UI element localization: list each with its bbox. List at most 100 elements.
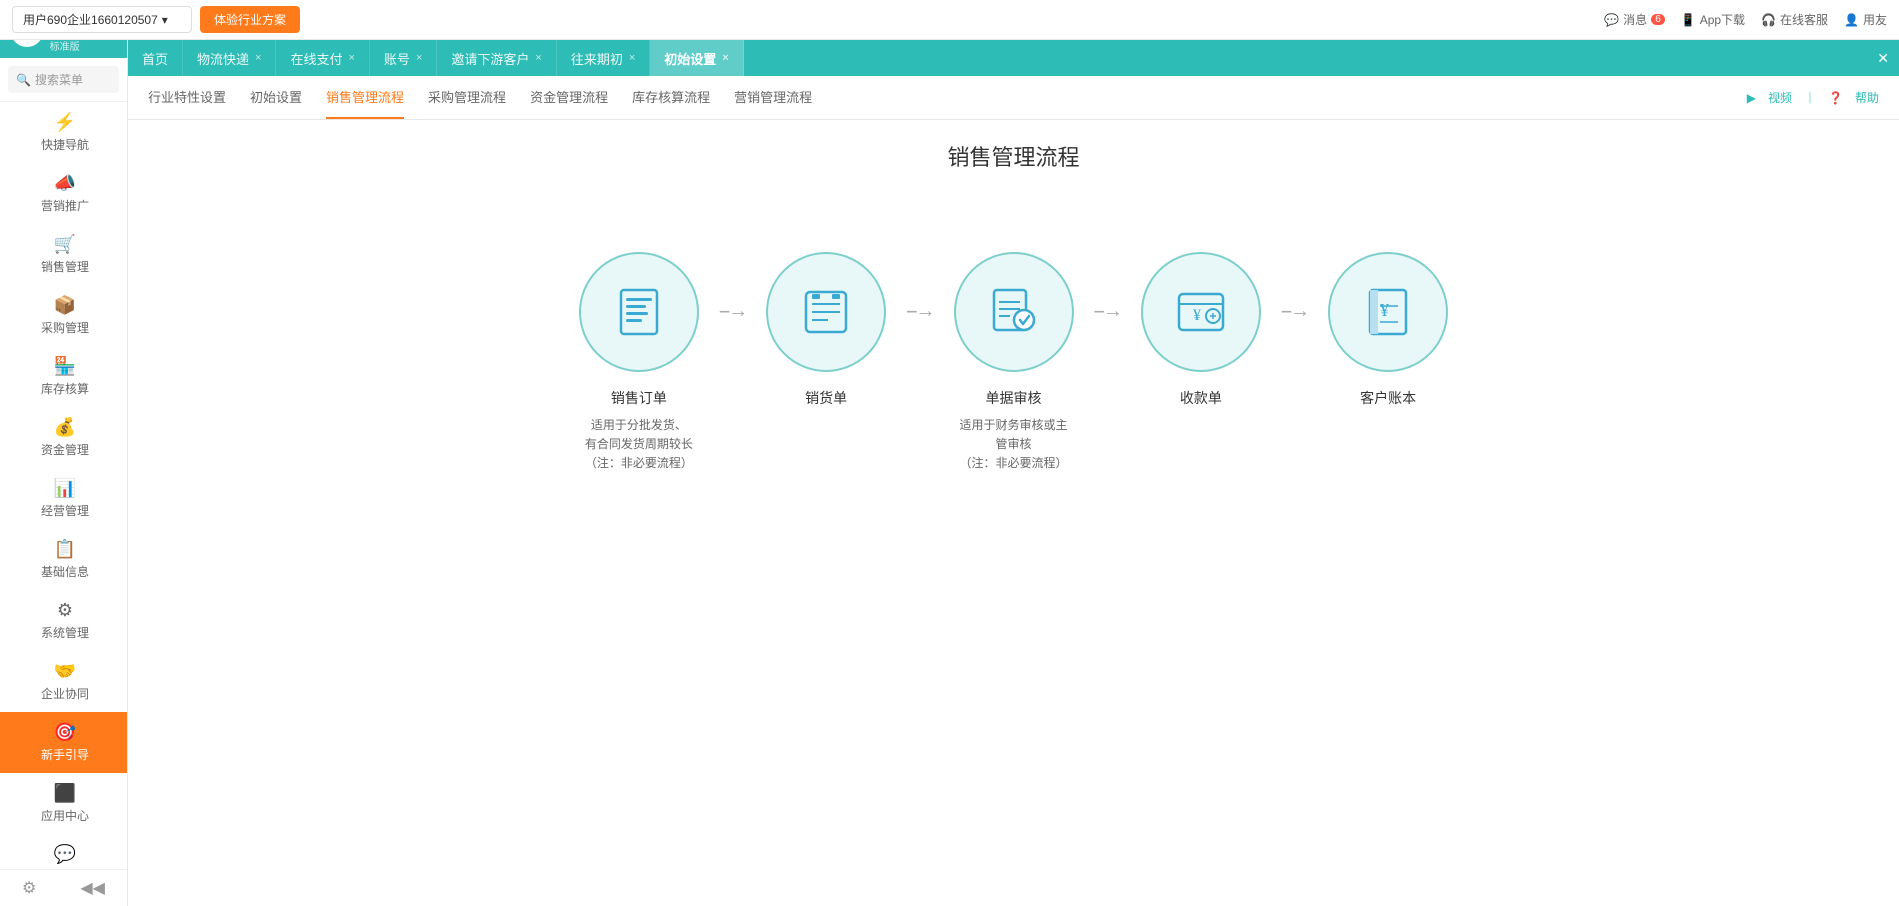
message-item[interactable]: 💬 消息 6 xyxy=(1604,11,1665,28)
sidebar: 🐯 畅康通好生意 标准版 🔍 搜索菜单 ⚡ 快捷导航 📣 营销推广 🛒 销售管理… xyxy=(0,0,128,906)
sidebar-item-jichuxinxi[interactable]: 📋 基础信息 xyxy=(0,529,127,590)
header-right: 💬 消息 6 📱 App下载 🎧 在线客服 👤 用友 xyxy=(1604,11,1887,28)
user-item[interactable]: 👤 用友 xyxy=(1844,11,1887,28)
close-icon[interactable]: × xyxy=(255,52,261,64)
nav-tab-label: 物流快递 xyxy=(197,49,249,68)
sidebar-item-kuaijiedaohang[interactable]: ⚡ 快捷导航 xyxy=(0,102,127,163)
flow-step-order: 销售订单 适用于分批发货、有合同发货周期较长（注：非必要流程） xyxy=(549,252,729,474)
settings-icon[interactable]: ⚙ xyxy=(22,878,36,898)
nav-tab-label: 账号 xyxy=(384,49,410,68)
nav-tab-home[interactable]: 首页 xyxy=(128,40,183,76)
sub-tab-label: 销售管理流程 xyxy=(326,87,404,106)
nav-tab-init[interactable]: 初始设置 × xyxy=(650,40,743,76)
flow-step-audit: 单据审核 适用于财务审核或主管审核（注：非必要流程） xyxy=(924,252,1104,474)
app-icon: 📱 xyxy=(1681,13,1696,27)
sidebar-item-xiaoshouguanli[interactable]: 🛒 销售管理 xyxy=(0,224,127,285)
delivery-icon xyxy=(798,284,854,340)
nav-tab-label: 往来期初 xyxy=(571,49,623,68)
flow-circle-order xyxy=(579,252,699,372)
page-title: 销售管理流程 xyxy=(168,140,1859,172)
sidebar-item-qiyeweixin[interactable]: 💬 企业微信 xyxy=(0,834,127,869)
sidebar-item-qiyexietong[interactable]: 🤝 企业协同 xyxy=(0,651,127,712)
sidebar-item-yingyongzhongxin[interactable]: ⬛ 应用中心 xyxy=(0,773,127,834)
flow-circle-payment: ¥ xyxy=(1141,252,1261,372)
nav-tab-payment[interactable]: 在线支付 × xyxy=(276,40,369,76)
headset-icon: 🎧 xyxy=(1761,13,1776,27)
nav-icon: ⚙ xyxy=(57,600,73,621)
flow-circle-delivery xyxy=(766,252,886,372)
nav-icon: 📋 xyxy=(54,539,76,560)
order-icon xyxy=(611,284,667,340)
flow-diagram: 销售订单 适用于分批发货、有合同发货周期较长（注：非必要流程） --→ xyxy=(168,232,1859,494)
nav-icon: 💰 xyxy=(54,417,76,438)
nav-icon: 💬 xyxy=(54,844,76,865)
nav-tabs-close-all[interactable]: ✕ xyxy=(1867,50,1899,67)
sub-tab-label: 营销管理流程 xyxy=(734,87,812,106)
sidebar-item-label: 经营管理 xyxy=(41,502,89,519)
sub-tab-inventory-flow[interactable]: 库存核算流程 xyxy=(632,76,710,119)
flow-step-label: 单据审核 xyxy=(986,388,1042,408)
flow-step-label: 销售订单 xyxy=(611,388,667,408)
close-icon[interactable]: × xyxy=(348,52,354,64)
nav-icon: ⚡ xyxy=(54,112,76,133)
flow-step-account: ¥ 客户账本 xyxy=(1298,252,1478,416)
trial-button[interactable]: 体验行业方案 xyxy=(200,6,300,33)
close-icon[interactable]: × xyxy=(416,52,422,64)
search-input-area[interactable]: 🔍 搜索菜单 xyxy=(8,66,119,93)
help-icon: ❓ xyxy=(1828,91,1843,105)
divider: ｜ xyxy=(1804,89,1816,106)
sidebar-item-yingxiaotuguan[interactable]: 📣 营销推广 xyxy=(0,163,127,224)
flow-circle-audit xyxy=(954,252,1074,372)
close-icon[interactable]: × xyxy=(629,52,635,64)
sub-tab-finance-flow[interactable]: 资金管理流程 xyxy=(530,76,608,119)
sub-tab-label: 行业特性设置 xyxy=(148,87,226,106)
user-selector[interactable]: 用户690企业1660120507 ▾ xyxy=(12,6,192,33)
user-avatar: 👤 xyxy=(1844,13,1859,27)
video-label[interactable]: 视频 xyxy=(1768,89,1792,106)
sidebar-item-xitongguanli[interactable]: ⚙ 系统管理 xyxy=(0,590,127,651)
sub-tab-init[interactable]: 初始设置 xyxy=(250,76,302,119)
sidebar-item-label: 企业协同 xyxy=(41,685,89,702)
message-label: 消息 xyxy=(1623,11,1647,28)
sidebar-item-label: 库存核算 xyxy=(41,380,89,397)
flow-step-payment: ¥ 收款单 xyxy=(1111,252,1291,416)
sub-tab-industry[interactable]: 行业特性设置 xyxy=(148,76,226,119)
flow-step-label: 销货单 xyxy=(805,388,847,408)
search-label: 搜索菜单 xyxy=(35,71,83,88)
sidebar-nav: ⚡ 快捷导航 📣 营销推广 🛒 销售管理 📦 采购管理 🏪 库存核算 💰 资金管… xyxy=(0,102,127,869)
sidebar-item-xinshouyindao[interactable]: 🎯 新手引导 xyxy=(0,712,127,773)
sub-tab-purchase-flow[interactable]: 采购管理流程 xyxy=(428,76,506,119)
sidebar-item-zijinguanli[interactable]: 💰 资金管理 xyxy=(0,407,127,468)
collapse-icon[interactable]: ◀◀ xyxy=(80,878,105,898)
close-icon[interactable]: × xyxy=(722,52,728,64)
close-icon[interactable]: × xyxy=(535,52,541,64)
nav-tab-account[interactable]: 账号 × xyxy=(370,40,437,76)
nav-tab-logistics[interactable]: 物流快递 × xyxy=(183,40,276,76)
sidebar-item-jingyingguanli[interactable]: 📊 经营管理 xyxy=(0,468,127,529)
flow-step-label: 客户账本 xyxy=(1360,388,1416,408)
nav-tab-period[interactable]: 往来期初 × xyxy=(557,40,650,76)
sidebar-item-kucunhesuan[interactable]: 🏪 库存核算 xyxy=(0,346,127,407)
customer-service-item[interactable]: 🎧 在线客服 xyxy=(1761,11,1828,28)
sidebar-search[interactable]: 🔍 搜索菜单 xyxy=(0,58,127,102)
sidebar-item-label: 快捷导航 xyxy=(41,136,89,153)
sub-tab-label: 初始设置 xyxy=(250,87,302,106)
logo-subtitle: 标准版 xyxy=(50,38,117,53)
flow-circle-account: ¥ xyxy=(1328,252,1448,372)
message-badge: 6 xyxy=(1651,14,1665,25)
sidebar-item-label: 销售管理 xyxy=(41,258,89,275)
sidebar-item-label: 系统管理 xyxy=(41,624,89,641)
app-download-item[interactable]: 📱 App下载 xyxy=(1681,11,1745,28)
flow-step-desc: 适用于财务审核或主管审核（注：非必要流程） xyxy=(959,416,1067,474)
sub-tab-marketing-flow[interactable]: 营销管理流程 xyxy=(734,76,812,119)
nav-tab-label: 首页 xyxy=(142,49,168,68)
nav-icon: 📦 xyxy=(54,295,76,316)
sidebar-item-caigouguanli[interactable]: 📦 采购管理 xyxy=(0,285,127,346)
sub-tab-sales-flow[interactable]: 销售管理流程 xyxy=(326,76,404,119)
help-label[interactable]: 帮助 xyxy=(1855,89,1879,106)
chevron-icon: ▾ xyxy=(162,13,168,27)
nav-tab-invite[interactable]: 邀请下游客户 × xyxy=(437,40,556,76)
flow-step-desc: 适用于分批发货、有合同发货周期较长（注：非必要流程） xyxy=(585,416,693,474)
app-label: App下载 xyxy=(1700,11,1745,28)
top-header: 用户690企业1660120507 ▾ 体验行业方案 💬 消息 6 📱 App下… xyxy=(0,0,1899,40)
